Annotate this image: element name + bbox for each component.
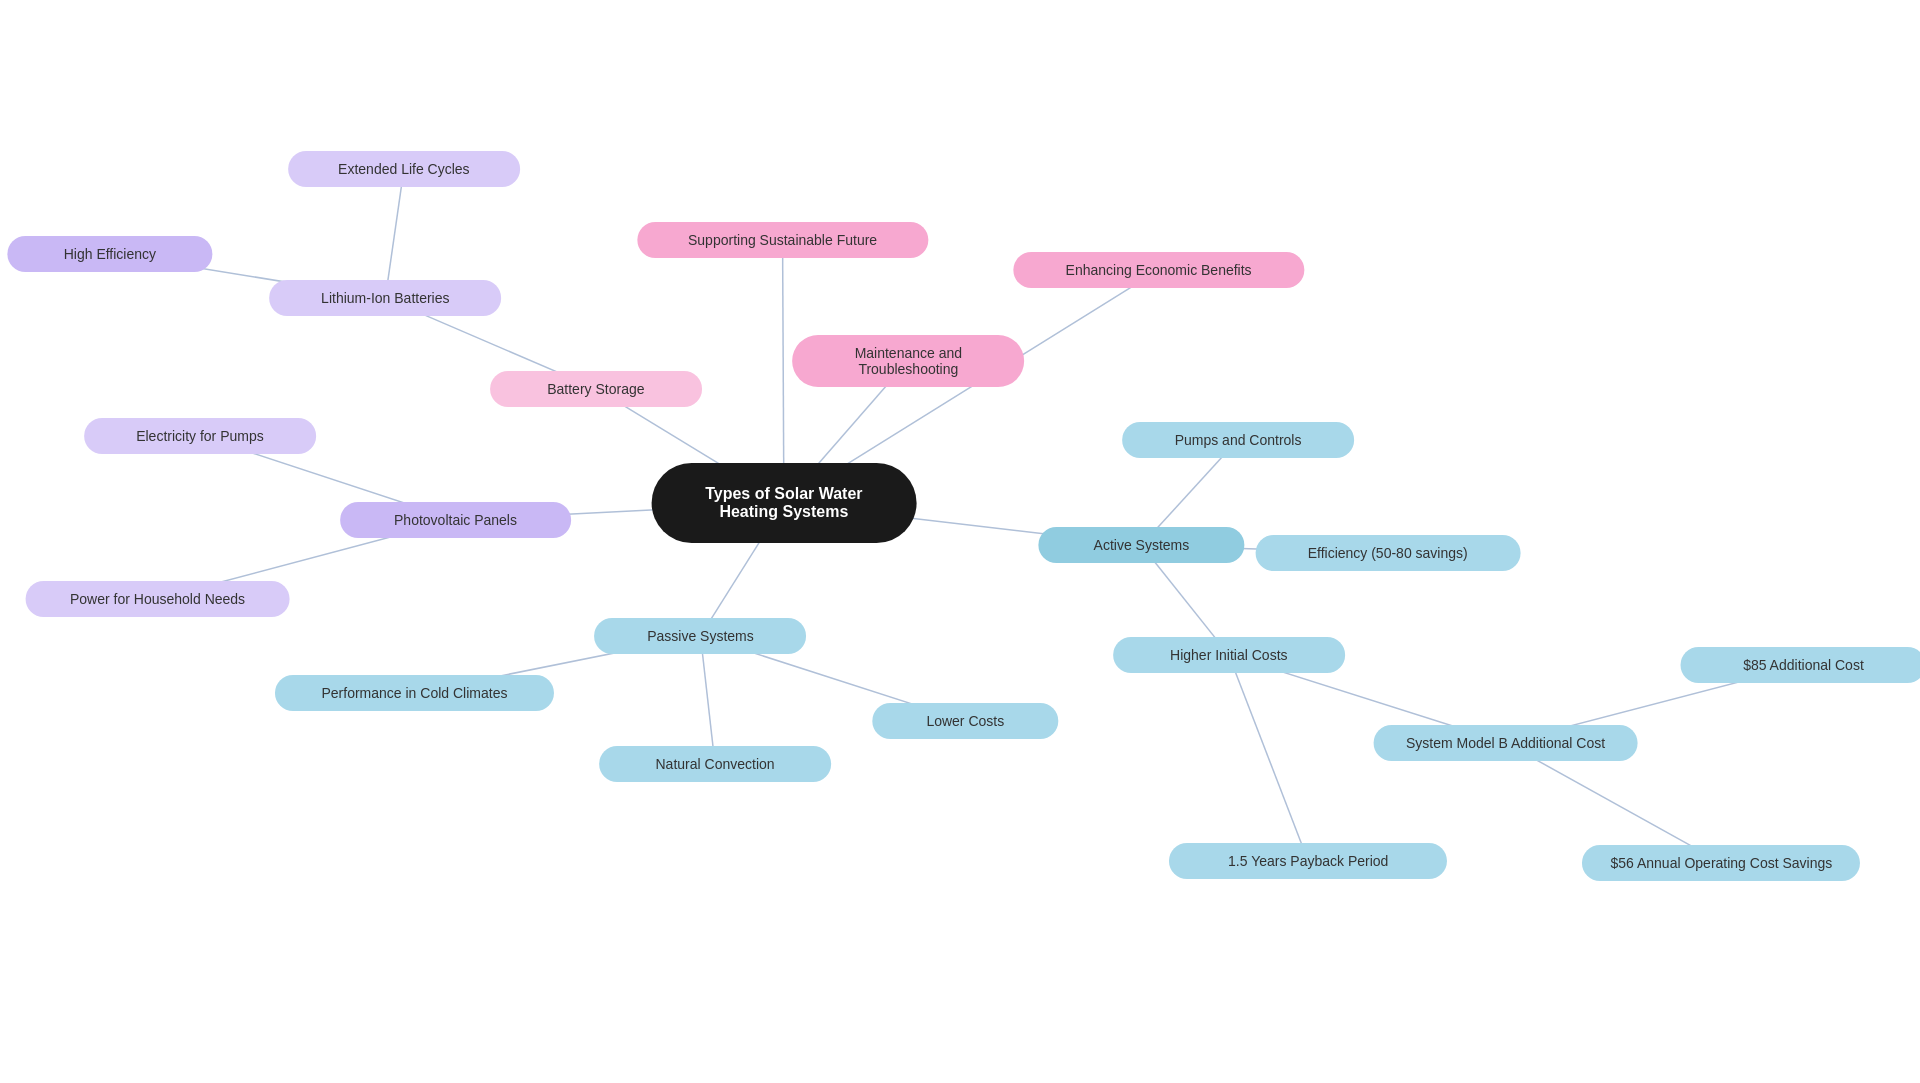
node-battery_storage[interactable]: Battery Storage (490, 371, 702, 407)
node-passive[interactable]: Passive Systems (595, 618, 807, 654)
node-high_efficiency[interactable]: High Efficiency (7, 236, 212, 272)
node-performance[interactable]: Performance in Cold Climates (275, 675, 553, 711)
svg-line-12 (700, 636, 715, 765)
node-efficiency[interactable]: Efficiency (50-80 savings) (1255, 535, 1520, 571)
svg-line-21 (1229, 655, 1308, 861)
node-higher_initial[interactable]: Higher Initial Costs (1113, 637, 1345, 673)
connection-lines (0, 0, 1920, 1083)
node-pumps_controls[interactable]: Pumps and Controls (1122, 422, 1354, 458)
node-lower_costs[interactable]: Lower Costs (873, 703, 1058, 739)
node-system_model[interactable]: System Model B Additional Cost (1373, 725, 1638, 761)
node-power_household[interactable]: Power for Household Needs (25, 581, 290, 617)
node-85_cost[interactable]: $85 Additional Cost (1681, 647, 1920, 683)
node-center[interactable]: Types of Solar Water Heating Systems (651, 463, 916, 543)
node-photovoltaic[interactable]: Photovoltaic Panels (340, 502, 572, 538)
node-natural[interactable]: Natural Convection (599, 746, 831, 782)
node-56_savings[interactable]: $56 Annual Operating Cost Savings (1582, 845, 1860, 881)
svg-line-8 (385, 169, 404, 298)
node-electricity[interactable]: Electricity for Pumps (84, 418, 316, 454)
node-lithium[interactable]: Lithium-Ion Batteries (269, 280, 501, 316)
node-maintenance[interactable]: Maintenance and Troubleshooting (792, 335, 1024, 387)
node-active[interactable]: Active Systems (1039, 527, 1244, 563)
node-payback[interactable]: 1.5 Years Payback Period (1169, 843, 1447, 879)
node-enhancing[interactable]: Enhancing Economic Benefits (1013, 252, 1304, 288)
node-supporting[interactable]: Supporting Sustainable Future (637, 222, 928, 258)
mindmap-canvas: Types of Solar Water Heating Systems Batt… (0, 0, 1920, 1083)
node-extended[interactable]: Extended Life Cycles (288, 151, 520, 187)
